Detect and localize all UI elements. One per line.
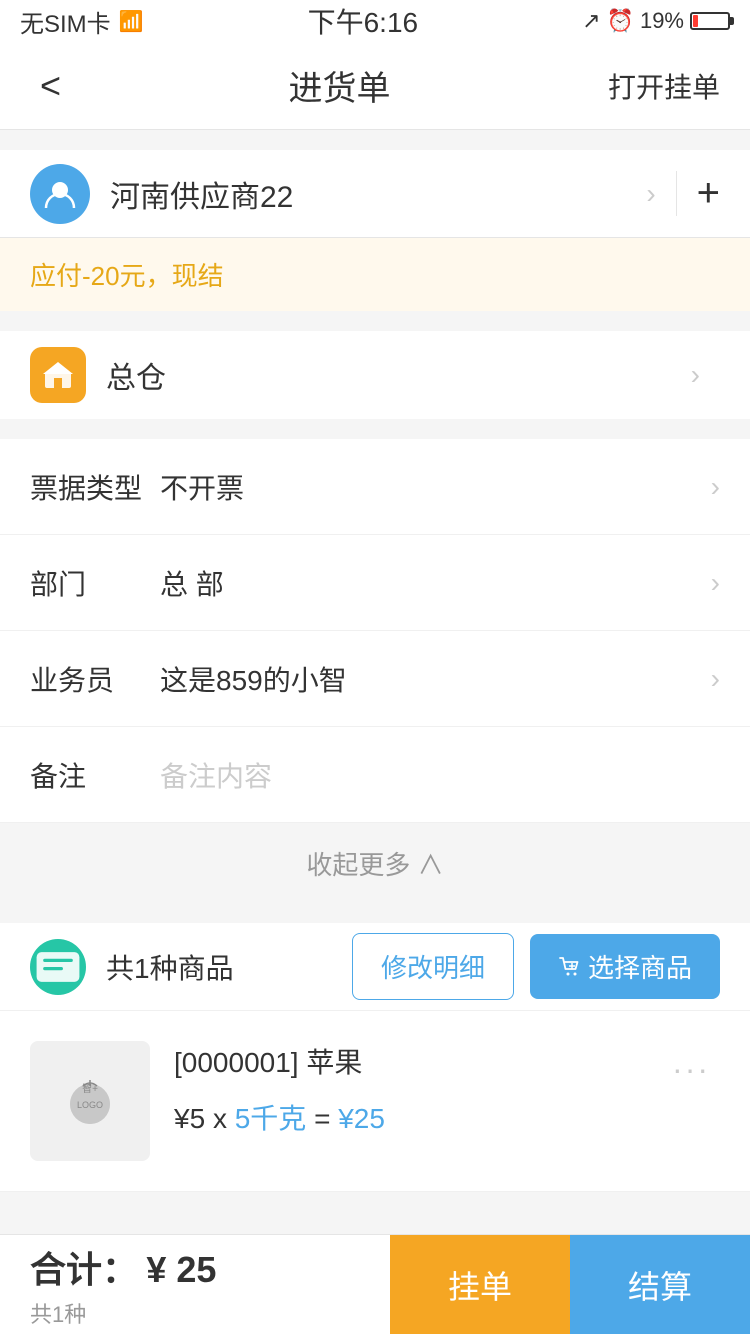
product-count-text: 共1种商品 (106, 947, 352, 987)
svg-text:LOGO: LOGO (77, 1100, 103, 1110)
invoice-type-label: 票据类型 (30, 467, 160, 507)
warehouse-section: 总仓 › (0, 331, 750, 419)
divider-3 (0, 419, 750, 439)
item-count: 共1种 (30, 1297, 360, 1329)
supplier-avatar (30, 164, 90, 224)
invoice-type-chevron: › (711, 471, 720, 503)
remark-row[interactable]: 备注 备注内容 (0, 727, 750, 823)
department-row[interactable]: 部门 总 部 › (0, 535, 750, 631)
warehouse-name: 总仓 (106, 353, 691, 397)
status-left: 无SIM卡 📶 (20, 4, 144, 39)
cart-icon (558, 956, 580, 978)
bottom-bar: 合计： ¥ 25 共1种 挂单 结算 (0, 1234, 750, 1334)
select-product-button[interactable]: 选择商品 (530, 934, 720, 999)
battery-icon (690, 12, 730, 30)
warehouse-icon (30, 347, 86, 403)
supplier-row[interactable]: 河南供应商22 › + (0, 150, 750, 238)
collapse-text: 收起更多 ∧ (306, 845, 443, 882)
product-thumbnail: 智+ LOGO (30, 1041, 150, 1161)
more-options-button[interactable]: ··· (662, 1041, 720, 1098)
remark-placeholder: 备注内容 (160, 755, 720, 795)
price-text: ¥5 (174, 1103, 205, 1134)
product-info: [0000001] 苹果 ¥5 x 5千克 = ¥25 (174, 1041, 662, 1137)
department-label: 部门 (30, 563, 160, 603)
product-header: 共1种商品 修改明细 选择商品 (0, 923, 750, 1011)
summary-area: 合计： ¥ 25 共1种 (0, 1235, 390, 1334)
salesperson-value: 这是859的小智 (160, 659, 711, 699)
collapse-row[interactable]: 收起更多 ∧ (0, 823, 750, 903)
open-hang-button[interactable]: 打开挂单 (608, 66, 720, 106)
wifi-icon: 📶 (119, 9, 144, 34)
invoice-type-row[interactable]: 票据类型 不开票 › (0, 439, 750, 535)
product-name: [0000001] 苹果 (174, 1041, 662, 1081)
alarm-icon: ⏰ (607, 8, 634, 34)
page-title: 进货单 (289, 61, 391, 110)
notice-banner: 应付-20元，现结 (0, 238, 750, 311)
product-item: 智+ LOGO [0000001] 苹果 ¥5 x 5千克 = ¥25 ··· (0, 1011, 750, 1192)
back-button[interactable]: < (30, 55, 71, 117)
divider-2 (0, 311, 750, 331)
equals-sign: = (314, 1103, 338, 1134)
invoice-type-value: 不开票 (160, 467, 711, 507)
carrier-text: 无SIM卡 (20, 4, 111, 39)
supplier-chevron-icon: › (646, 178, 655, 210)
add-button[interactable]: + (676, 171, 720, 216)
warehouse-chevron-icon: › (691, 359, 700, 391)
battery-text: 19% (640, 8, 684, 34)
status-time: 下午6:16 (308, 1, 419, 41)
select-product-label: 选择商品 (588, 948, 692, 985)
location-icon: ↗ (582, 8, 600, 34)
product-section: 共1种商品 修改明细 选择商品 智+ LOGO (0, 923, 750, 1192)
product-icon (30, 939, 86, 995)
edit-detail-button[interactable]: 修改明细 (352, 933, 514, 1000)
checkout-button[interactable]: 结算 (570, 1235, 750, 1334)
multiply-sign: x (213, 1103, 235, 1134)
salesperson-row[interactable]: 业务员 这是859的小智 › (0, 631, 750, 727)
hang-order-button[interactable]: 挂单 (390, 1235, 570, 1334)
total-value: ¥ 25 (146, 1249, 216, 1290)
remark-label: 备注 (30, 755, 160, 795)
department-value: 总 部 (160, 563, 711, 603)
department-chevron: › (711, 567, 720, 599)
supplier-section: 河南供应商22 › + 应付-20元，现结 (0, 150, 750, 311)
quantity-text: 5千克 (235, 1103, 307, 1134)
warehouse-row[interactable]: 总仓 › (0, 331, 750, 419)
nav-bar: < 进货单 打开挂单 (0, 42, 750, 130)
status-right: ↗ ⏰ 19% (582, 8, 730, 34)
total-label: 合计： (30, 1249, 138, 1290)
salesperson-chevron: › (711, 663, 720, 695)
divider-1 (0, 130, 750, 150)
salesperson-label: 业务员 (30, 659, 160, 699)
supplier-name: 河南供应商22 (110, 172, 646, 216)
total-amount: 合计： ¥ 25 (30, 1241, 360, 1293)
total-text: ¥25 (338, 1103, 385, 1134)
product-price: ¥5 x 5千克 = ¥25 (174, 1097, 662, 1137)
status-bar: 无SIM卡 📶 下午6:16 ↗ ⏰ 19% (0, 0, 750, 42)
form-section: 票据类型 不开票 › 部门 总 部 › 业务员 这是859的小智 › 备注 备注… (0, 439, 750, 823)
